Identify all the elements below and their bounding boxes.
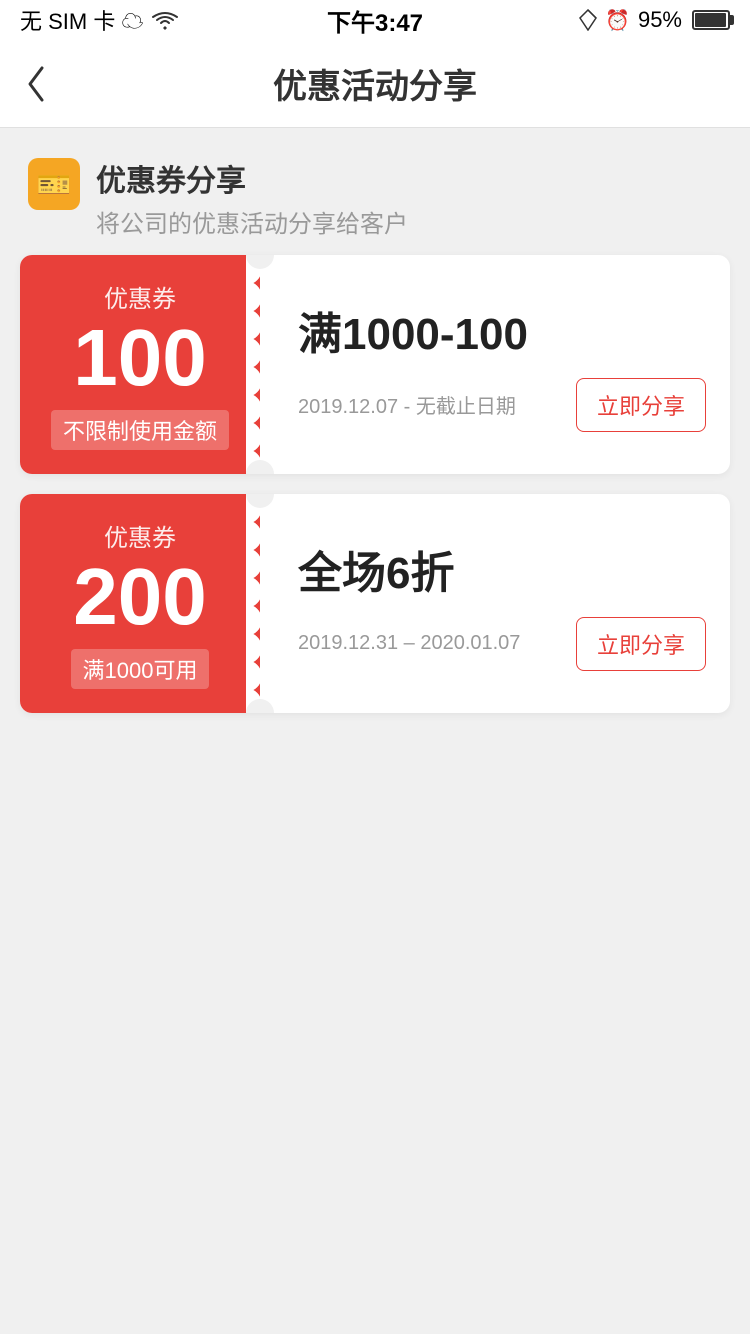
location-icon [579,9,597,31]
wifi-icon [151,10,179,30]
coupon-left-1: 优惠券 100 不限制使用金额 [20,255,260,474]
coupon-right-1: 满1000-100 2019.12.07 - 无截止日期 立即分享 [274,255,730,474]
coupon-list: 优惠券 100 不限制使用金额 满1000-100 2019.12.07 - 无… [0,255,750,713]
status-right: ⏰ 95% [579,7,730,33]
coupon-type-1: 优惠券 [104,279,176,314]
coupon-type-2: 优惠券 [104,518,176,553]
coupon-condition-1: 不限制使用金额 [51,410,229,450]
section-header: 🎫 优惠券分享 将公司的优惠活动分享给客户 [0,128,750,255]
coupon-condition-2: 满1000可用 [71,649,210,689]
coupon-left-2: 优惠券 200 满1000可用 [20,494,260,713]
coupon-title-1: 满1000-100 [298,298,706,362]
share-button-1[interactable]: 立即分享 [576,378,706,432]
coupon-title-2: 全场6折 [298,537,706,601]
status-bar: 无 SIM 卡 ☁ 下午3:47 ⏰ 95% [0,0,750,40]
coupon-right-2: 全场6折 2019.12.31 – 2020.01.07 立即分享 [274,494,730,713]
battery-icon [692,10,730,30]
bottom-space [0,733,750,1333]
section-heading: 优惠券分享 [96,156,408,200]
status-left: 无 SIM 卡 ☁ [20,4,179,36]
coupon-card-2: 优惠券 200 满1000可用 全场6折 2019.12.31 – 2020.0… [20,494,730,713]
back-button[interactable] [24,64,48,104]
section-subtext: 将公司的优惠活动分享给客户 [96,204,408,239]
coupon-amount-2: 200 [73,557,206,637]
battery-percent: 95% [638,7,682,33]
coupon-card: 优惠券 100 不限制使用金额 满1000-100 2019.12.07 - 无… [20,255,730,474]
alarm-icon: ⏰ [605,8,630,33]
section-text: 优惠券分享 将公司的优惠活动分享给客户 [96,156,408,239]
share-button-2[interactable]: 立即分享 [576,617,706,671]
section-icon: 🎫 [28,158,80,210]
coupon-amount-1: 100 [73,318,206,398]
coupon-bottom-2: 2019.12.31 – 2020.01.07 立即分享 [298,617,706,671]
coupon-date-1: 2019.12.07 - 无截止日期 [298,390,564,419]
nav-bar: 优惠活动分享 [0,40,750,128]
sim-text: 无 SIM 卡 ☁ [20,4,143,36]
coupon-icon: 🎫 [37,168,72,201]
coupon-date-2: 2019.12.31 – 2020.01.07 [298,632,564,655]
page-title: 优惠活动分享 [273,59,477,108]
status-time: 下午3:47 [327,3,423,38]
coupon-bottom-1: 2019.12.07 - 无截止日期 立即分享 [298,378,706,432]
